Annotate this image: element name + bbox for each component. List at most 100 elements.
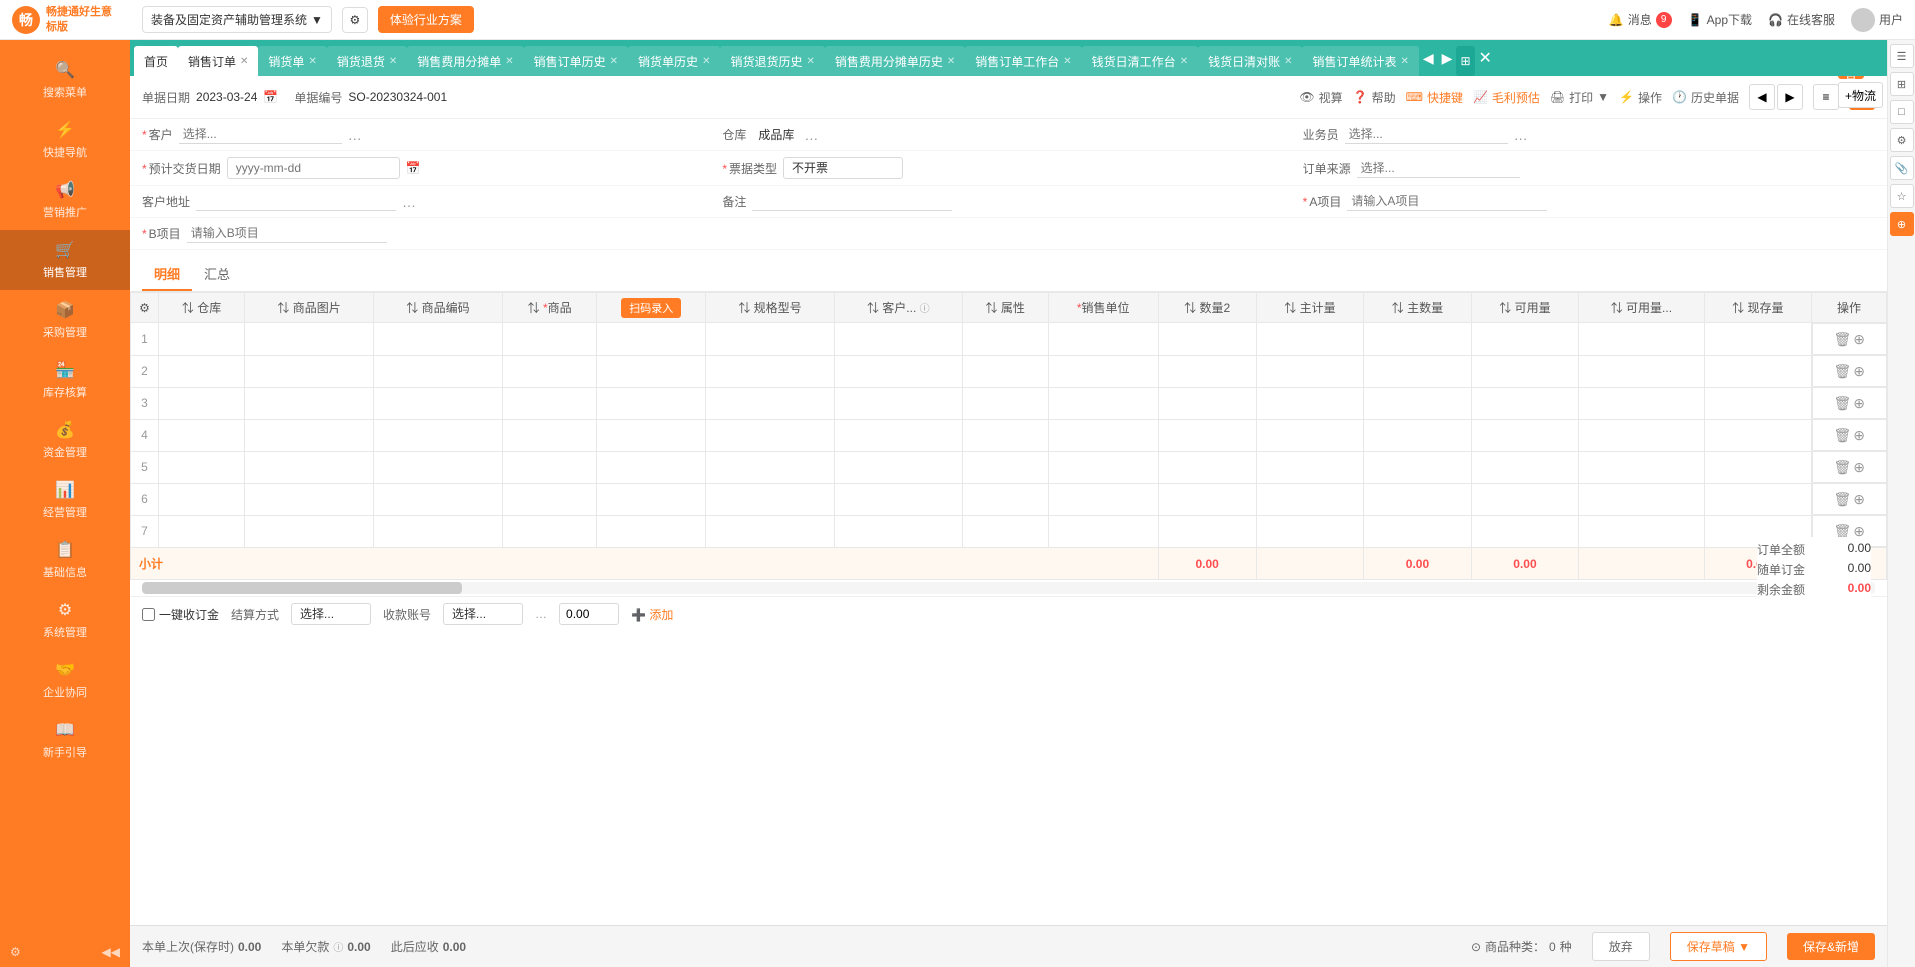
tab-close-daily-account[interactable]: ✕ [1284,56,1292,67]
cell-product-code[interactable] [374,323,503,356]
cell-spec[interactable] [706,451,835,483]
cell-sales-unit[interactable] [1048,387,1158,419]
cell-available[interactable] [1471,451,1579,483]
cell-qty2[interactable] [1158,355,1256,387]
tab-goods-return[interactable]: 销货退货 ✕ [327,46,407,76]
cell-property[interactable] [962,323,1048,356]
tab-close-expense-history[interactable]: ✕ [947,56,955,67]
cell-main-qty[interactable] [1364,355,1472,387]
col-main-unit[interactable]: ⇅ 主计量 [1256,293,1364,323]
warehouse-more-btn[interactable]: … [804,127,818,143]
sidebar-item-guide[interactable]: 📖 新手引导 [0,710,130,770]
tab-close-sales-order[interactable]: ✕ [240,56,248,67]
cell-warehouse[interactable] [159,355,245,387]
salesperson-input[interactable] [1345,125,1508,144]
cell-main-unit[interactable] [1256,451,1364,483]
delete-row-btn[interactable]: 🗑 [1834,363,1852,380]
cell-main-unit[interactable] [1256,419,1364,451]
cell-scan[interactable] [597,355,706,387]
sidebar-item-finance[interactable]: 💰 资金管理 [0,410,130,470]
cell-main-unit[interactable] [1256,323,1364,356]
cell-customer-code[interactable] [834,515,962,548]
sidebar-item-quicknav[interactable]: ⚡ 快捷导航 [0,110,130,170]
a-project-input[interactable] [1347,192,1547,211]
copy-row-btn[interactable]: ⊕ [1853,459,1865,476]
col-current-stock[interactable]: ⇅ 现存量 [1704,293,1812,323]
invoice-type-select[interactable]: 不开票 增值税普通发票 增值税专用发票 [783,157,903,179]
sidebar-item-inventory[interactable]: 🏪 库存核算 [0,350,130,410]
cell-customer-code[interactable] [834,323,962,356]
cell-product-image[interactable] [245,483,374,515]
cell-spec[interactable] [706,323,835,356]
cell-customer-code[interactable] [834,483,962,515]
cell-product-code[interactable] [374,355,503,387]
profit-forecast-action[interactable]: 📈 毛利预估 [1473,89,1540,106]
cell-product-code[interactable] [374,451,503,483]
tab-sales-stats[interactable]: 销售订单统计表 ✕ [1302,46,1418,76]
tab-more-btn[interactable]: ⊞ [1456,46,1474,76]
cell-available[interactable] [1471,515,1579,548]
right-panel-gear-btn[interactable]: ⚙ [1890,128,1914,152]
shortcut-action[interactable]: ⌨ 快捷键 [1406,89,1463,106]
cell-property[interactable] [962,387,1048,419]
cell-main-unit[interactable] [1256,515,1364,548]
cell-available2[interactable] [1579,355,1704,387]
cell-sales-unit[interactable] [1048,515,1158,548]
cell-product[interactable] [502,323,596,356]
delete-row-btn[interactable]: 🗑 [1834,427,1852,444]
cell-product-image[interactable] [245,451,374,483]
right-panel-box-btn[interactable]: □ [1890,100,1914,124]
note-input[interactable] [752,192,952,211]
cell-property[interactable] [962,451,1048,483]
tab-close-daily-workspace[interactable]: ✕ [1180,56,1188,67]
online-service-item[interactable]: 🎧 在线客服 [1768,11,1835,28]
tab-close-goods-return[interactable]: ✕ [389,56,397,67]
col-available[interactable]: ⇅ 可用量 [1471,293,1579,323]
tab-sales-goods[interactable]: 销货单 ✕ [258,46,326,76]
cell-product[interactable] [502,355,596,387]
copy-row-btn[interactable]: ⊕ [1853,427,1865,444]
col-product-image[interactable]: ⇅ 商品图片 [245,293,374,323]
col-property[interactable]: ⇅ 属性 [962,293,1048,323]
cell-scan[interactable] [597,515,706,548]
cell-spec[interactable] [706,483,835,515]
tab-close-order-workspace[interactable]: ✕ [1063,56,1071,67]
cell-product-image[interactable] [245,387,374,419]
right-panel-orange-btn[interactable]: ⊕ [1890,212,1914,236]
next-record-btn[interactable]: ▶ [1777,84,1803,110]
salesperson-more-btn[interactable]: … [1514,127,1528,143]
cell-qty2[interactable] [1158,419,1256,451]
sidebar-item-sales[interactable]: 🛒 销售管理 [0,230,130,290]
cell-operations[interactable]: 🗑 ⊕ [1812,451,1886,483]
cell-main-unit[interactable] [1256,355,1364,387]
one-click-label[interactable]: 一键收订金 [142,606,219,623]
view-action[interactable]: 👁 视算 [1299,89,1342,106]
horizontal-scrollbar[interactable] [142,582,1875,594]
b-project-input[interactable] [187,224,387,243]
sidebar-item-purchase[interactable]: 📦 采购管理 [0,290,130,350]
tab-detail[interactable]: 明细 [142,258,192,291]
tab-close-return-history[interactable]: ✕ [806,56,814,67]
cell-product-code[interactable] [374,483,503,515]
right-panel-layout-btn[interactable]: ☰ [1890,44,1914,68]
cell-current-stock[interactable] [1704,323,1812,356]
notification-item[interactable]: 🔔 消息 9 [1609,11,1672,28]
tab-goods-history[interactable]: 销货单历史 ✕ [628,46,720,76]
cell-main-qty[interactable] [1364,483,1472,515]
col-main-qty[interactable]: ⇅ 主数量 [1364,293,1472,323]
cell-warehouse[interactable] [159,387,245,419]
one-click-checkbox[interactable] [142,608,155,621]
tab-summary[interactable]: 汇总 [192,258,242,291]
cell-main-qty[interactable] [1364,323,1472,356]
delete-row-btn[interactable]: 🗑 [1834,459,1852,476]
cell-spec[interactable] [706,355,835,387]
cell-main-qty[interactable] [1364,451,1472,483]
calendar-icon2[interactable]: 📅 [406,161,421,175]
cell-property[interactable] [962,515,1048,548]
delete-row-btn[interactable]: 🗑 [1834,331,1852,348]
cell-current-stock[interactable] [1704,387,1812,419]
cell-qty2[interactable] [1158,451,1256,483]
col-spec[interactable]: ⇅ 规格型号 [706,293,835,323]
cell-warehouse[interactable] [159,483,245,515]
help-action[interactable]: ❓ 帮助 [1353,89,1396,106]
